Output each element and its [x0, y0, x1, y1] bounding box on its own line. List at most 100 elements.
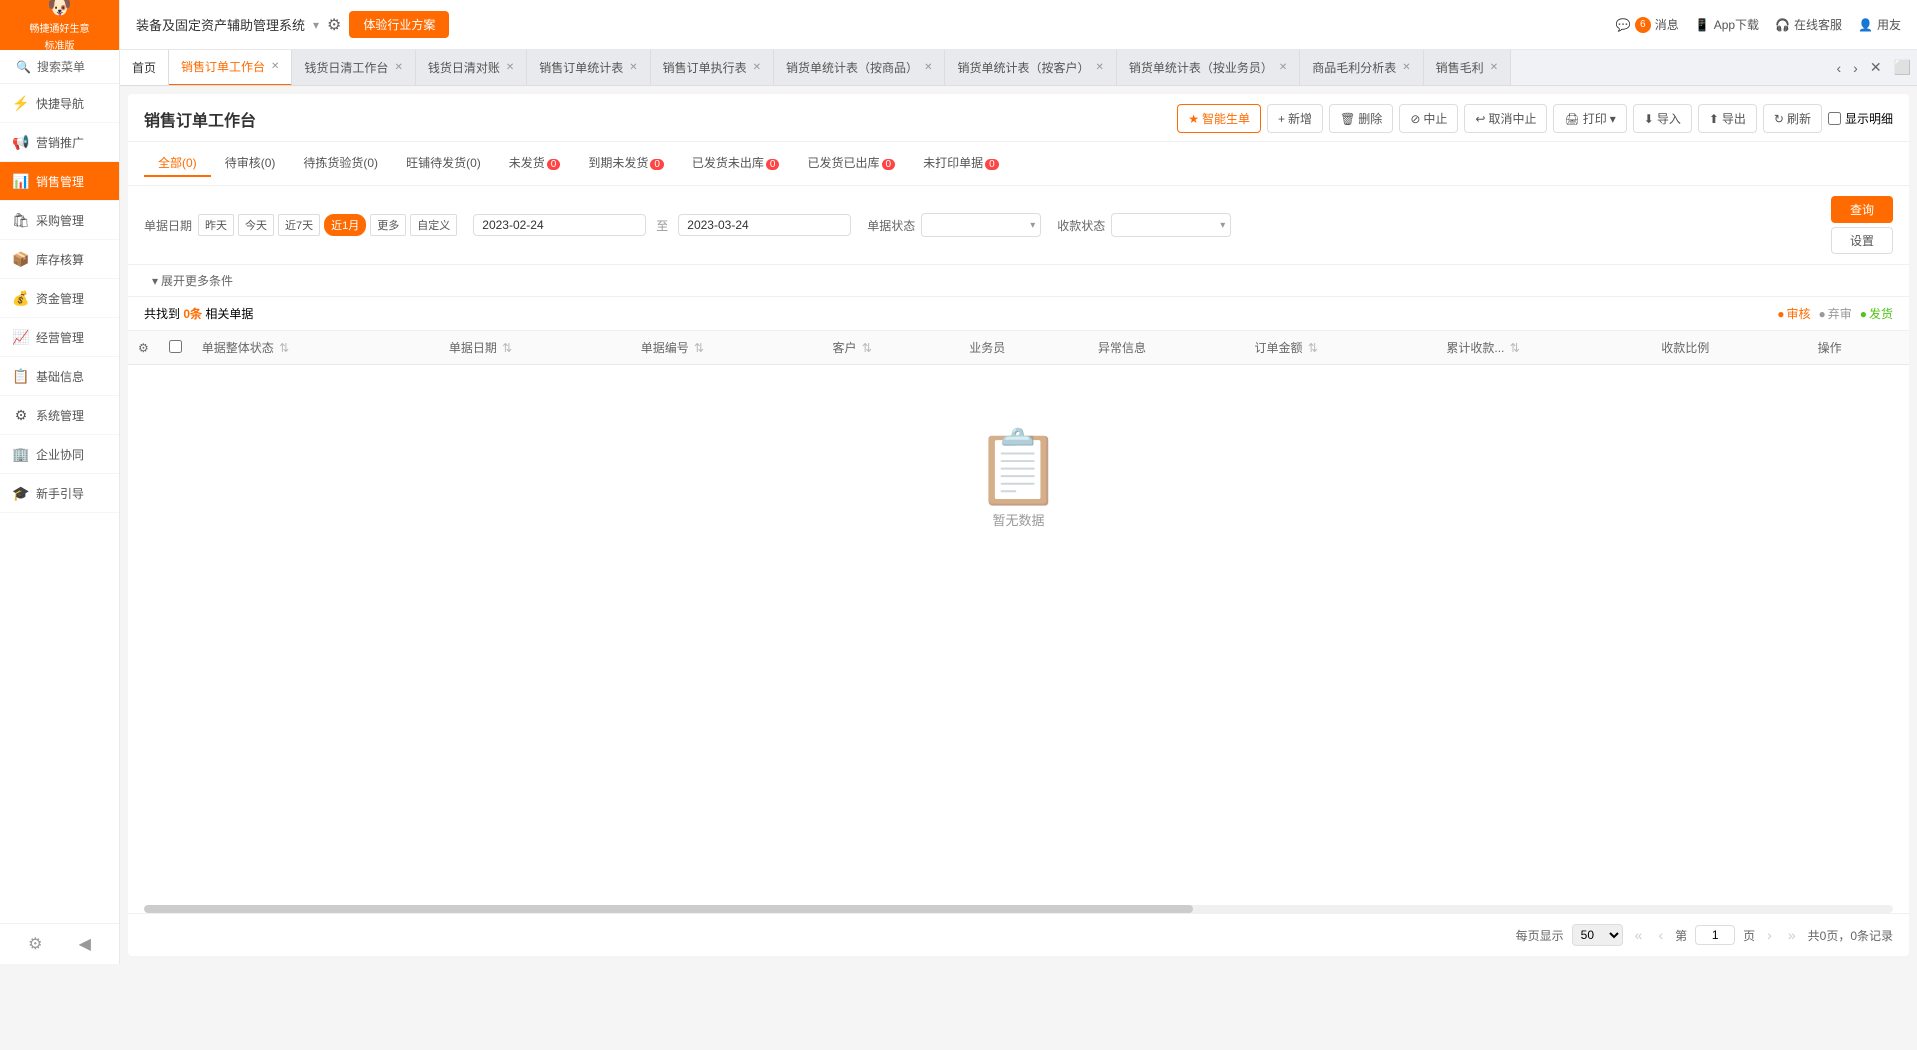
- tab-sales-profit[interactable]: 销售毛利✕: [1424, 50, 1511, 86]
- sort-amount-icon[interactable]: ⇅: [1308, 341, 1318, 355]
- sidebar-item-sales[interactable]: 📊 销售管理: [0, 162, 119, 201]
- settings-bottom-icon[interactable]: ⚙: [28, 934, 42, 954]
- tab-close-gross-margin[interactable]: ✕: [1402, 62, 1410, 73]
- tab-close-sales-summary1[interactable]: ✕: [924, 62, 932, 73]
- tab-gross-margin[interactable]: 商品毛利分析表✕: [1300, 50, 1423, 86]
- tab-sales-stats[interactable]: 销售订单统计表✕: [527, 50, 650, 86]
- filter-tab-not-shipped[interactable]: 未发货0: [495, 150, 575, 177]
- tab-cash-reconcile[interactable]: 钱货日清对账✕: [416, 50, 527, 86]
- message-button[interactable]: 💬 6 消息: [1616, 16, 1679, 33]
- collection-select[interactable]: [1111, 213, 1231, 237]
- deliver-action-button[interactable]: ● 发货: [1860, 305, 1893, 322]
- tab-close-sales-summary2[interactable]: ✕: [1095, 62, 1103, 73]
- cancel-stop-button[interactable]: ↩ 取消中止: [1464, 104, 1547, 133]
- show-detail-checkbox-label[interactable]: 显示明细: [1828, 110, 1893, 127]
- tab-close-sales-stats[interactable]: ✕: [629, 62, 637, 73]
- date-btn-自定义[interactable]: 自定义: [410, 214, 457, 236]
- horizontal-scrollbar[interactable]: [144, 905, 1893, 913]
- tab-close-sales-exec[interactable]: ✕: [753, 62, 761, 73]
- sidebar-logo[interactable]: 🐶 畅捷通好生意 标准版: [0, 0, 119, 50]
- filter-tab-shipped-out[interactable]: 已发货已出库0: [793, 150, 909, 177]
- tabs-prev-button[interactable]: ‹: [1830, 50, 1847, 86]
- tabs-maximize-button[interactable]: ⬜: [1888, 50, 1917, 86]
- stop-button[interactable]: ⊘ 中止: [1399, 104, 1458, 133]
- sidebar-item-operation[interactable]: 📈 经营管理: [0, 318, 119, 357]
- sidebar-item-basic-info[interactable]: 📋 基础信息: [0, 357, 119, 396]
- sidebar-item-enterprise[interactable]: 🏢 企业协同: [0, 435, 119, 474]
- sidebar-item-quick-nav[interactable]: ⚡ 快捷导航: [0, 84, 119, 123]
- tabs-next-button[interactable]: ›: [1847, 50, 1864, 86]
- tab-close-cash-reconcile[interactable]: ✕: [506, 62, 514, 73]
- filter-tab-wang-pending[interactable]: 旺铺待发货(0): [392, 150, 495, 177]
- date-btn-近1月[interactable]: 近1月: [324, 214, 366, 236]
- sidebar-item-purchase[interactable]: 🛍 采购管理: [0, 201, 119, 240]
- sort-customer-icon[interactable]: ⇅: [862, 341, 872, 355]
- audit-action-button[interactable]: ● 审核: [1777, 305, 1810, 322]
- sidebar-item-guide[interactable]: 🎓 新手引导: [0, 474, 119, 513]
- column-settings-icon[interactable]: ⚙: [138, 341, 149, 355]
- sidebar-item-marketing[interactable]: 📢 营销推广: [0, 123, 119, 162]
- tab-sales-workbench[interactable]: 销售订单工作台✕: [169, 50, 292, 86]
- filter-tab-pending-inspect[interactable]: 待拣货验货(0): [289, 150, 392, 177]
- query-button[interactable]: 查询: [1831, 196, 1893, 223]
- tab-sales-summary1[interactable]: 销货单统计表（按商品）✕: [774, 50, 945, 86]
- page-input[interactable]: [1695, 925, 1735, 945]
- date-btn-今天[interactable]: 今天: [238, 214, 274, 236]
- tab-close-sales-workbench[interactable]: ✕: [271, 61, 279, 72]
- sidebar-item-system[interactable]: ⚙ 系统管理: [0, 396, 119, 435]
- delete-button[interactable]: 🗑 删除: [1329, 104, 1393, 133]
- add-button[interactable]: + 新增: [1267, 104, 1323, 133]
- sidebar-item-finance[interactable]: 💰 资金管理: [0, 279, 119, 318]
- filter-tab-shipped-not-out[interactable]: 已发货未出库0: [678, 150, 794, 177]
- filter-tab-pending-audit[interactable]: 待审核(0): [211, 150, 290, 177]
- sort-date-icon[interactable]: ⇅: [502, 341, 512, 355]
- filter-settings-button[interactable]: 设置: [1831, 227, 1893, 254]
- tab-close-sales-profit[interactable]: ✕: [1490, 62, 1498, 73]
- user-button[interactable]: 👤 用友: [1858, 16, 1901, 33]
- header-settings-icon[interactable]: ⚙: [327, 15, 341, 35]
- tab-close-sales-summary3[interactable]: ✕: [1279, 62, 1287, 73]
- tabs-close-button[interactable]: ✕: [1864, 50, 1888, 86]
- tab-home[interactable]: 首页: [120, 50, 169, 86]
- date-to-input[interactable]: [678, 214, 851, 236]
- scrollbar-thumb[interactable]: [144, 905, 1193, 913]
- header-dropdown-icon[interactable]: ▾: [313, 18, 319, 32]
- next-page-button[interactable]: ›: [1763, 927, 1776, 943]
- first-page-button[interactable]: «: [1631, 927, 1647, 943]
- import-button[interactable]: ⬇ 导入: [1633, 104, 1692, 133]
- sidebar-item-inventory[interactable]: 📦 库存核算: [0, 240, 119, 279]
- date-btn-近7天[interactable]: 近7天: [278, 214, 320, 236]
- tab-sales-exec[interactable]: 销售订单执行表✕: [651, 50, 774, 86]
- tab-sales-summary3[interactable]: 销货单统计表（按业务员）✕: [1117, 50, 1300, 86]
- tab-close-cash-daily[interactable]: ✕: [394, 62, 402, 73]
- expand-conditions-button[interactable]: [951, 222, 967, 228]
- sort-status-icon[interactable]: ⇅: [279, 341, 289, 355]
- sort-number-icon[interactable]: ⇅: [694, 341, 704, 355]
- select-all-checkbox[interactable]: [169, 340, 182, 353]
- refresh-button[interactable]: ↻ 刷新: [1763, 104, 1822, 133]
- filter-tab-not-printed[interactable]: 未打印单据0: [909, 150, 1013, 177]
- export-button[interactable]: ⬆ 导出: [1698, 104, 1757, 133]
- filter-tab-overdue-not-shipped[interactable]: 到期未发货0: [574, 150, 678, 177]
- prev-page-button[interactable]: ‹: [1654, 927, 1667, 943]
- date-btn-更多[interactable]: 更多: [370, 214, 406, 236]
- collapse-icon[interactable]: ◀: [79, 934, 91, 954]
- trial-button[interactable]: 体验行业方案: [349, 11, 449, 38]
- app-download-button[interactable]: 📱 App下载: [1695, 16, 1759, 33]
- tab-cash-daily[interactable]: 钱货日清工作台✕: [292, 50, 415, 86]
- tab-sales-summary2[interactable]: 销货单统计表（按客户）✕: [945, 50, 1116, 86]
- last-page-button[interactable]: »: [1784, 927, 1800, 943]
- smart-create-button[interactable]: ★ 智能生单: [1177, 104, 1261, 133]
- cancel-audit-action-button[interactable]: ● 弃审: [1818, 305, 1851, 322]
- sidebar-search[interactable]: 🔍 搜索菜单: [0, 50, 119, 84]
- date-btn-昨天[interactable]: 昨天: [198, 214, 234, 236]
- show-detail-checkbox[interactable]: [1828, 112, 1841, 125]
- print-button[interactable]: 🖨 打印 ▾: [1553, 104, 1626, 133]
- expand-btn[interactable]: ▾ 展开更多条件: [144, 269, 1893, 292]
- online-service-button[interactable]: 🎧 在线客服: [1775, 16, 1842, 33]
- per-page-select[interactable]: 10 20 50 100: [1572, 924, 1623, 946]
- date-from-input[interactable]: [473, 214, 646, 236]
- status-select[interactable]: [921, 213, 1041, 237]
- sort-collected-icon[interactable]: ⇅: [1510, 341, 1520, 355]
- filter-tab-all[interactable]: 全部(0): [144, 150, 211, 177]
